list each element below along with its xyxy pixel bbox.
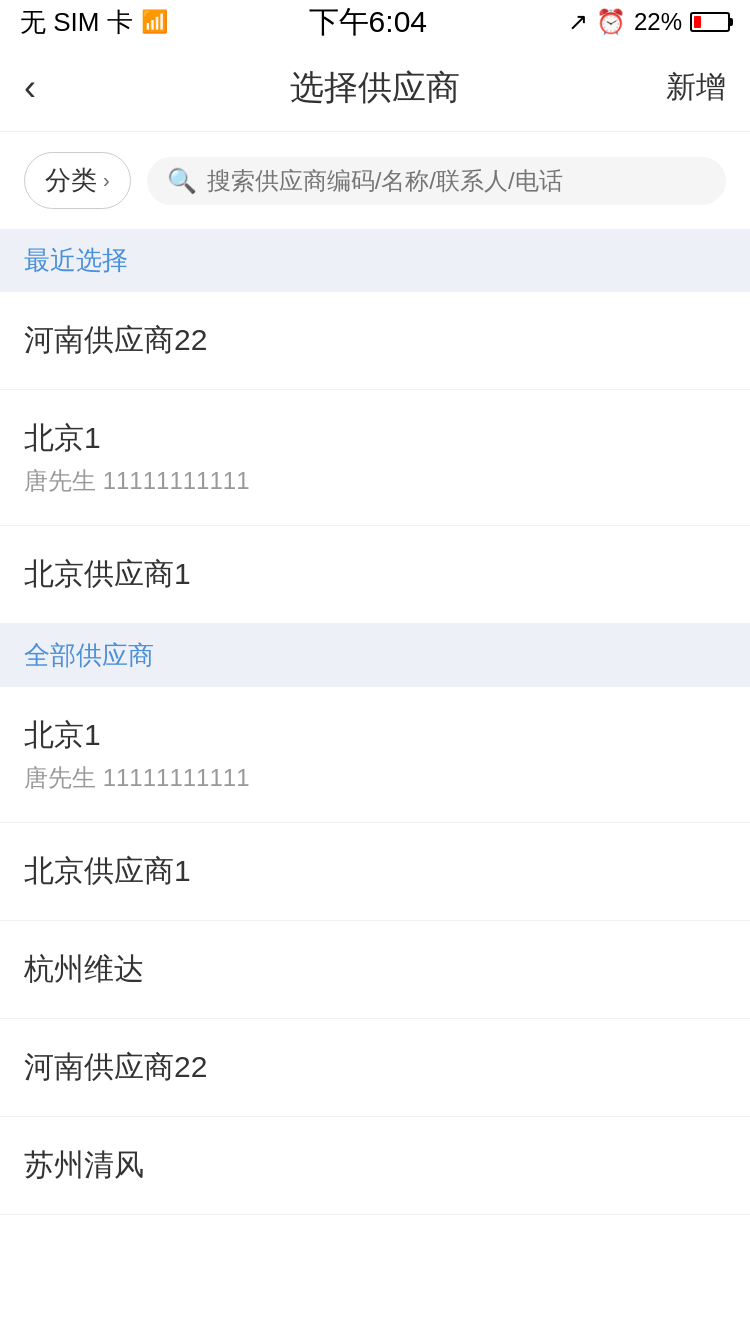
item-sub: 唐先生 11111111111 xyxy=(24,762,726,794)
add-button[interactable]: 新增 xyxy=(666,67,726,108)
recent-section-header: 最近选择 xyxy=(0,229,750,292)
nav-bar: ‹ 选择供应商 新增 xyxy=(0,44,750,132)
item-name: 北京1 xyxy=(24,418,726,459)
item-name: 杭州维达 xyxy=(24,949,726,990)
battery-percent: 22% xyxy=(634,8,682,36)
time-display: 下午6:04 xyxy=(309,2,427,43)
status-right: ↗ ⏰ 22% xyxy=(568,8,730,36)
filter-bar: 分类 › 🔍 xyxy=(0,132,750,229)
item-name: 河南供应商22 xyxy=(24,320,726,361)
recent-section-label: 最近选择 xyxy=(24,245,128,275)
all-section-label: 全部供应商 xyxy=(24,640,154,670)
location-icon: ↗ xyxy=(568,8,588,36)
list-item[interactable]: 北京1 唐先生 11111111111 xyxy=(0,390,750,526)
all-items-list: 北京1 唐先生 11111111111 北京供应商1 杭州维达河南供应商22 苏州清风 xyxy=(0,687,750,1215)
item-name: 北京1 xyxy=(24,715,726,756)
item-sub: 唐先生 11111111111 xyxy=(24,465,726,497)
alarm-icon: ⏰ xyxy=(596,8,626,36)
search-input[interactable] xyxy=(207,167,706,195)
list-item[interactable]: 北京1 唐先生 11111111111 xyxy=(0,687,750,823)
item-name: 河南供应商22 xyxy=(24,1047,726,1088)
list-item[interactable]: 河南供应商22 xyxy=(0,1019,750,1117)
recent-items-list: 河南供应商22 北京1 唐先生 11111111111 北京供应商1 xyxy=(0,292,750,624)
back-button[interactable]: ‹ xyxy=(24,67,84,109)
list-item[interactable]: 杭州维达 xyxy=(0,921,750,1019)
carrier-text: 无 SIM 卡 xyxy=(20,5,133,40)
status-left: 无 SIM 卡 📶 xyxy=(20,5,168,40)
category-label: 分类 xyxy=(45,163,97,198)
battery-indicator xyxy=(690,12,730,32)
search-icon: 🔍 xyxy=(167,167,197,195)
item-name: 北京供应商1 xyxy=(24,851,726,892)
category-filter[interactable]: 分类 › xyxy=(24,152,131,209)
wifi-icon: 📶 xyxy=(141,9,168,35)
chevron-right-icon: › xyxy=(103,169,110,192)
page-title: 选择供应商 xyxy=(290,65,460,111)
item-name: 苏州清风 xyxy=(24,1145,726,1186)
list-item[interactable]: 北京供应商1 xyxy=(0,526,750,624)
list-item[interactable]: 河南供应商22 xyxy=(0,292,750,390)
list-item[interactable]: 苏州清风 xyxy=(0,1117,750,1215)
status-bar: 无 SIM 卡 📶 下午6:04 ↗ ⏰ 22% xyxy=(0,0,750,44)
item-name: 北京供应商1 xyxy=(24,554,726,595)
all-section-header: 全部供应商 xyxy=(0,624,750,687)
search-box[interactable]: 🔍 xyxy=(147,157,726,205)
list-item[interactable]: 北京供应商1 xyxy=(0,823,750,921)
